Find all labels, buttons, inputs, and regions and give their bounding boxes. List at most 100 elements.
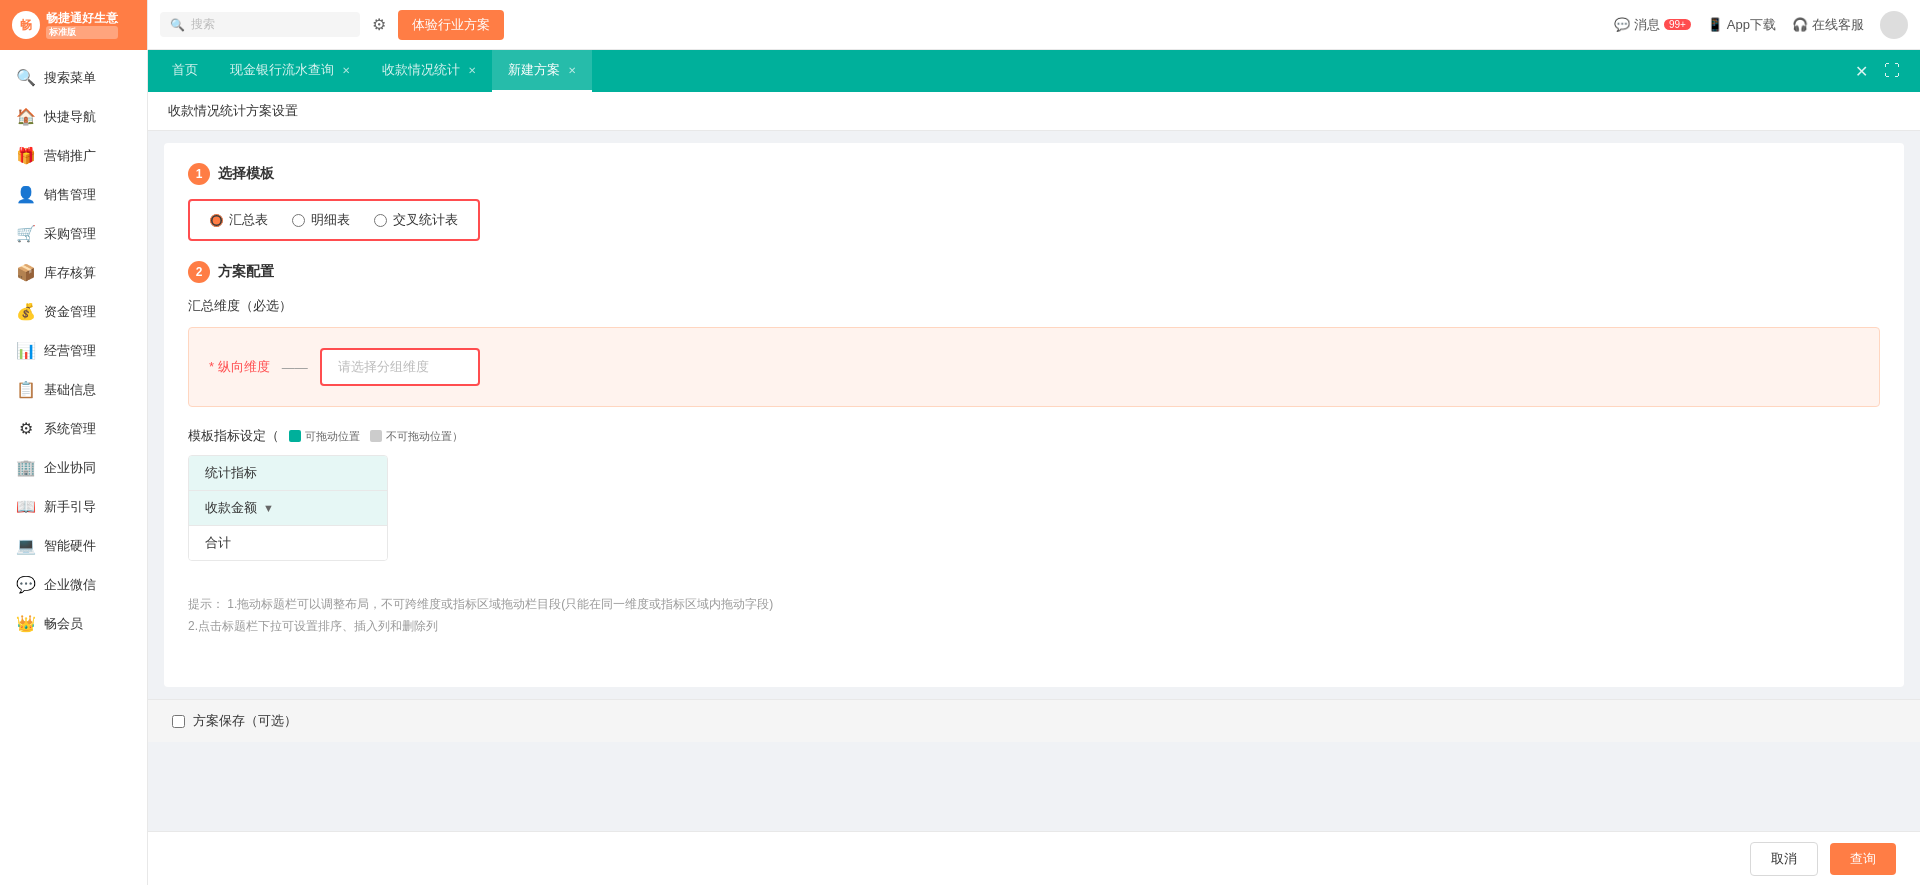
industry-plan-button[interactable]: 体验行业方案 [398, 10, 504, 40]
clipboard-icon: 📋 [16, 380, 36, 399]
tips-section: 提示： 1.拖动标题栏可以调整布局，不可跨维度或指标区域拖动栏目段(只能在同一维… [188, 584, 1880, 647]
user-avatar[interactable] [1880, 11, 1908, 39]
summary-dim-label: 汇总维度（必选） [188, 297, 1880, 315]
not-draggable-tag: 不可拖动位置） [370, 429, 463, 444]
sidebar-item-operations[interactable]: 📊 经营管理 [0, 331, 147, 370]
crown-icon: 👑 [16, 614, 36, 633]
settings-icon[interactable]: ⚙ [372, 15, 386, 34]
sidebar-item-sales[interactable]: 👤 销售管理 [0, 175, 147, 214]
gear-icon: ⚙ [16, 419, 36, 438]
maximize-icon[interactable]: ⛶ [1880, 58, 1904, 84]
tab-newplan[interactable]: 新建方案 ✕ [492, 50, 592, 92]
gift-icon: 🎁 [16, 146, 36, 165]
dimension-area: * 纵向维度 —— 请选择分组维度 [188, 327, 1880, 407]
message-icon: 💬 [1614, 17, 1630, 32]
logo-text: 畅捷通好生意 标准版 [46, 11, 118, 38]
content-area: 收款情况统计方案设置 1 选择模板 汇总表 明细表 [148, 92, 1920, 831]
radio-cross[interactable]: 交叉统计表 [374, 211, 458, 229]
chart-icon: 📊 [16, 341, 36, 360]
step1-number: 1 [188, 163, 210, 185]
sidebar-item-member[interactable]: 👑 畅会员 [0, 604, 147, 643]
close-tab-icon[interactable]: ✕ [1851, 58, 1872, 85]
sidebar-menu: 🔍 搜索菜单 🏠 快捷导航 🎁 营销推广 👤 销售管理 🛒 采购管理 📦 库存核… [0, 50, 147, 885]
metrics-table: 统计指标 收款金额 ▼ 合计 [188, 455, 388, 561]
sidebar-item-purchase[interactable]: 🛒 采购管理 [0, 214, 147, 253]
tab-close-receipts[interactable]: ✕ [468, 65, 476, 76]
topbar: 🔍 搜索 ⚙ 体验行业方案 💬 消息 99+ 📱 App下载 🎧 在线客服 [148, 0, 1920, 50]
config-section: 汇总维度（必选） * 纵向维度 —— 请选择分组维度 模板指标设定（ [188, 297, 1880, 647]
step2-header: 2 方案配置 [188, 261, 1880, 283]
building-icon: 🏢 [16, 458, 36, 477]
arrow-icon: —— [282, 360, 308, 375]
vertical-dim-label: * 纵向维度 [209, 358, 270, 376]
app-download-button[interactable]: 📱 App下载 [1707, 16, 1776, 34]
tabbar: 首页 现金银行流水查询 ✕ 收款情况统计 ✕ 新建方案 ✕ ✕ ⛶ [148, 50, 1920, 92]
metrics-table-header: 统计指标 [189, 456, 387, 490]
col1-dropdown-icon[interactable]: ▼ [263, 502, 274, 514]
home-icon: 🏠 [16, 107, 36, 126]
page-title-bar: 收款情况统计方案设置 [148, 92, 1920, 131]
step1-title: 选择模板 [218, 165, 274, 183]
online-service-button[interactable]: 🎧 在线客服 [1792, 16, 1864, 34]
step2-title: 方案配置 [218, 263, 274, 281]
query-button[interactable]: 查询 [1830, 843, 1896, 875]
sidebar-item-marketing[interactable]: 🎁 营销推广 [0, 136, 147, 175]
chat-icon: 💬 [16, 575, 36, 594]
page-title: 收款情况统计方案设置 [168, 103, 298, 118]
main-card: 1 选择模板 汇总表 明细表 交叉统计表 [164, 143, 1904, 687]
radio-detail[interactable]: 明细表 [292, 211, 350, 229]
stats-label: 统计指标 [205, 464, 257, 482]
sidebar-item-inventory[interactable]: 📦 库存核算 [0, 253, 147, 292]
sidebar-item-guide[interactable]: 📖 新手引导 [0, 487, 147, 526]
book-icon: 📖 [16, 497, 36, 516]
dimension-selector[interactable]: 请选择分组维度 [320, 348, 480, 386]
draggable-dot [289, 430, 301, 442]
message-button[interactable]: 💬 消息 99+ [1614, 16, 1691, 34]
radio-summary-input[interactable] [210, 214, 223, 227]
search-menu-icon: 🔍 [16, 68, 36, 87]
save-plan-checkbox[interactable] [172, 715, 185, 728]
sidebar-item-collab[interactable]: 🏢 企业协同 [0, 448, 147, 487]
logo-icon: 畅 [12, 11, 40, 39]
radio-cross-input[interactable] [374, 214, 387, 227]
search-icon: 🔍 [170, 18, 185, 32]
tip1: 提示： 1.拖动标题栏可以调整布局，不可跨维度或指标区域拖动栏目段(只能在同一维… [188, 594, 1880, 616]
download-icon: 📱 [1707, 17, 1723, 32]
sidebar-item-basic[interactable]: 📋 基础信息 [0, 370, 147, 409]
step1-header: 1 选择模板 [188, 163, 1880, 185]
not-draggable-dot [370, 430, 382, 442]
tab-receipts[interactable]: 收款情况统计 ✕ [366, 50, 492, 92]
cancel-button[interactable]: 取消 [1750, 842, 1818, 876]
sidebar-item-system[interactable]: ⚙ 系统管理 [0, 409, 147, 448]
tab-home[interactable]: 首页 [156, 50, 214, 92]
metrics-section: 模板指标设定（ 可拖动位置 不可拖动位置） [188, 427, 1880, 564]
tab-close-cashflow[interactable]: ✕ [342, 65, 350, 76]
action-bar: 取消 查询 [148, 831, 1920, 885]
sidebar: 畅 畅捷通好生意 标准版 🔍 搜索菜单 🏠 快捷导航 🎁 营销推广 👤 销售管理… [0, 0, 148, 885]
sidebar-item-search[interactable]: 🔍 搜索菜单 [0, 58, 147, 97]
sidebar-item-hardware[interactable]: 💻 智能硬件 [0, 526, 147, 565]
tip2: 2.点击标题栏下拉可设置排序、插入列和删除列 [188, 616, 1880, 638]
sidebar-item-finance[interactable]: 💰 资金管理 [0, 292, 147, 331]
step2-number: 2 [188, 261, 210, 283]
footer-save: 方案保存（可选） [148, 699, 1920, 742]
step2-section: 2 方案配置 汇总维度（必选） * 纵向维度 —— 请选择分组维度 [188, 261, 1880, 647]
save-plan-label[interactable]: 方案保存（可选） [193, 712, 297, 730]
sidebar-item-wechat[interactable]: 💬 企业微信 [0, 565, 147, 604]
radio-summary[interactable]: 汇总表 [210, 211, 268, 229]
metrics-header: 模板指标设定（ 可拖动位置 不可拖动位置） [188, 427, 1880, 445]
cart-icon: 🛒 [16, 224, 36, 243]
template-select-box: 汇总表 明细表 交叉统计表 [188, 199, 480, 241]
box-icon: 📦 [16, 263, 36, 282]
service-icon: 🎧 [1792, 17, 1808, 32]
topbar-search-box[interactable]: 🔍 搜索 [160, 12, 360, 37]
sidebar-item-quicknav[interactable]: 🏠 快捷导航 [0, 97, 147, 136]
radio-detail-input[interactable] [292, 214, 305, 227]
main-area: 🔍 搜索 ⚙ 体验行业方案 💬 消息 99+ 📱 App下载 🎧 在线客服 首页 [148, 0, 1920, 885]
col1-header[interactable]: 收款金额 ▼ [189, 490, 387, 525]
tab-close-newplan[interactable]: ✕ [568, 65, 576, 76]
topbar-right: 💬 消息 99+ 📱 App下载 🎧 在线客服 [1614, 11, 1908, 39]
draggable-tag: 可拖动位置 [289, 429, 360, 444]
tab-cashflow[interactable]: 现金银行流水查询 ✕ [214, 50, 366, 92]
step1-section: 1 选择模板 汇总表 明细表 交叉统计表 [188, 163, 1880, 241]
